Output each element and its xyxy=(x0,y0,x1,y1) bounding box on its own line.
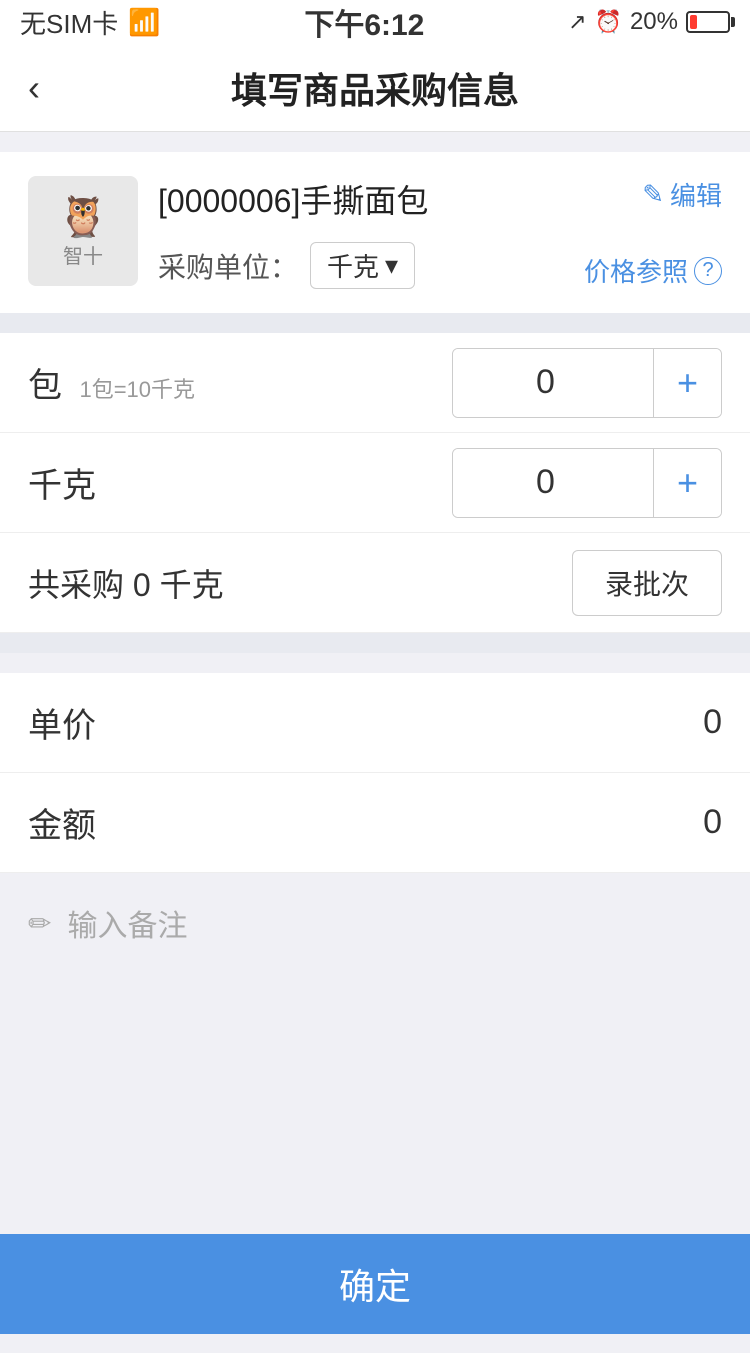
owl-icon: 🦉 xyxy=(58,193,108,240)
page-title: 填写商品采购信息 xyxy=(231,62,519,114)
battery-icon xyxy=(686,11,730,33)
unit-label: 采购单位： xyxy=(158,246,298,286)
brand-text: 智十 xyxy=(63,240,103,269)
package-input-wrap: + xyxy=(452,348,722,418)
price-ref-label: 价格参照 xyxy=(584,252,688,289)
note-placeholder: 输入备注 xyxy=(67,901,187,945)
nav-bar: ‹ 填写商品采购信息 xyxy=(0,44,750,132)
pencil-icon: ✏ xyxy=(28,907,51,940)
record-batch-button[interactable]: 录批次 xyxy=(572,550,722,616)
status-right: ↗ ⏰ 20% xyxy=(568,8,730,36)
product-name: [0000006]手撕面包 xyxy=(158,176,722,222)
package-input[interactable] xyxy=(453,349,653,417)
edit-button[interactable]: ✎ 编辑 xyxy=(642,176,722,213)
package-label: 包 1包=10千克 xyxy=(28,358,452,407)
carrier-label: 无SIM卡 xyxy=(20,4,118,41)
summary-text: 共采购 0 千克 xyxy=(28,560,572,606)
help-icon: ? xyxy=(694,257,722,285)
unit-price-row: 单价 0 xyxy=(0,673,750,773)
unit-price-label: 单价 xyxy=(28,698,703,747)
location-icon: ↗ xyxy=(568,9,586,35)
product-card: 🦉 智十 [0000006]手撕面包 采购单位： 千克 ▾ ✎ 编辑 价格参照 … xyxy=(0,152,750,313)
alarm-icon: ⏰ xyxy=(595,9,622,35)
kg-label: 千克 xyxy=(28,458,452,507)
unit-selector[interactable]: 千克 ▾ xyxy=(310,242,415,289)
amount-value: 0 xyxy=(703,803,722,842)
amount-row: 金额 0 xyxy=(0,773,750,873)
product-image: 🦉 智十 xyxy=(28,176,138,286)
section-divider-1 xyxy=(0,313,750,333)
dropdown-icon: ▾ xyxy=(385,250,398,281)
kg-row: 千克 + xyxy=(0,433,750,533)
edit-label: 编辑 xyxy=(670,176,722,213)
unit-price-value: 0 xyxy=(703,703,722,742)
package-plus-button[interactable]: + xyxy=(653,349,721,417)
back-button[interactable]: ‹ xyxy=(28,67,40,109)
edit-icon: ✎ xyxy=(642,179,664,210)
status-left: 无SIM卡 📶 xyxy=(20,4,161,41)
kg-plus-button[interactable]: + xyxy=(653,449,721,517)
summary-row: 共采购 0 千克 录批次 xyxy=(0,533,750,633)
status-bar: 无SIM卡 📶 下午6:12 ↗ ⏰ 20% xyxy=(0,0,750,44)
time-display: 下午6:12 xyxy=(304,0,424,44)
content-spacer xyxy=(0,973,750,1253)
wifi-icon: 📶 xyxy=(128,7,160,38)
confirm-button[interactable]: 确定 xyxy=(0,1234,750,1334)
price-ref-button[interactable]: 价格参照 ? xyxy=(584,252,722,289)
package-sublabel: 1包=10千克 xyxy=(79,377,195,402)
amount-label: 金额 xyxy=(28,798,703,847)
battery-percent: 20% xyxy=(630,8,678,36)
unit-value: 千克 xyxy=(327,247,379,284)
kg-input[interactable] xyxy=(453,449,653,517)
section-divider-2 xyxy=(0,633,750,653)
input-section: 包 1包=10千克 + 千克 + xyxy=(0,333,750,533)
kg-input-wrap: + xyxy=(452,448,722,518)
details-section: 单价 0 金额 0 xyxy=(0,673,750,873)
package-row: 包 1包=10千克 + xyxy=(0,333,750,433)
note-area[interactable]: ✏ 输入备注 xyxy=(0,873,750,973)
